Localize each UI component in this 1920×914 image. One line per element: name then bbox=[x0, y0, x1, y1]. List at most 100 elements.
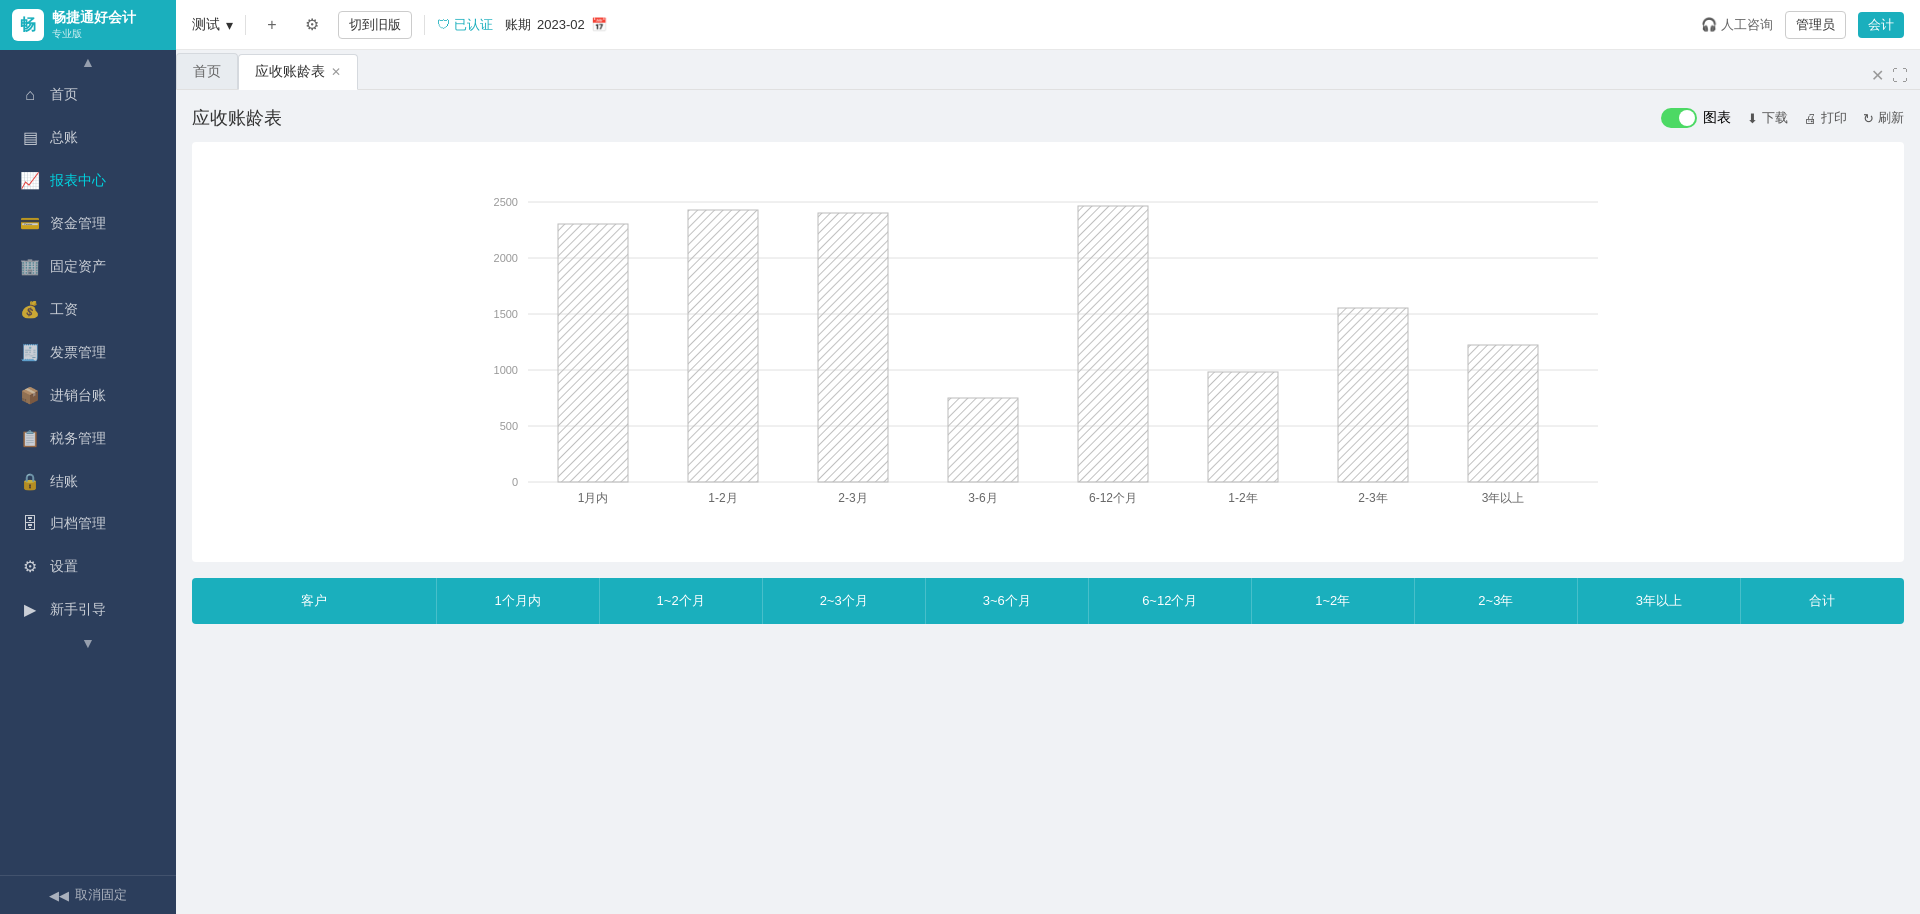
sidebar-label-invoice: 发票管理 bbox=[50, 344, 106, 362]
company-selector[interactable]: 测试 ▾ bbox=[192, 16, 233, 34]
sidebar-item-funds[interactable]: 💳 资金管理 bbox=[0, 202, 176, 245]
sidebar-label-settings: 设置 bbox=[50, 558, 78, 576]
logo-text-group: 畅捷通好会计 专业版 bbox=[52, 9, 136, 41]
download-btn[interactable]: ⬇ 下载 bbox=[1747, 109, 1788, 127]
bar-2-3年 bbox=[1338, 308, 1408, 482]
sidebar-label-payroll: 工资 bbox=[50, 301, 78, 319]
tab-home[interactable]: 首页 bbox=[176, 53, 238, 89]
service-label: 人工咨询 bbox=[1721, 16, 1773, 34]
period-value: 2023-02 bbox=[537, 17, 585, 32]
sidebar-label-archive: 归档管理 bbox=[50, 515, 106, 533]
tab-close-all-btn[interactable]: ✕ bbox=[1871, 66, 1884, 85]
ledger-icon: ▤ bbox=[20, 128, 40, 147]
svg-text:1500: 1500 bbox=[494, 308, 518, 320]
headset-icon: 🎧 bbox=[1701, 17, 1717, 32]
col-3-6month: 3~6个月 bbox=[926, 578, 1089, 624]
period-selector[interactable]: 账期 2023-02 📅 bbox=[505, 16, 607, 34]
svg-text:3年以上: 3年以上 bbox=[1482, 491, 1525, 505]
sidebar-label-guide: 新手引导 bbox=[50, 601, 106, 619]
sidebar-label-funds: 资金管理 bbox=[50, 215, 106, 233]
svg-text:1-2月: 1-2月 bbox=[708, 491, 737, 505]
sidebar-item-settings[interactable]: ⚙ 设置 bbox=[0, 545, 176, 588]
svg-text:2500: 2500 bbox=[494, 196, 518, 208]
tab-expand-btn[interactable]: ⛶ bbox=[1892, 67, 1908, 85]
svg-text:1月内: 1月内 bbox=[578, 491, 609, 505]
svg-text:2000: 2000 bbox=[494, 252, 518, 264]
topbar-divider-1 bbox=[245, 15, 246, 35]
logo-edition: 专业版 bbox=[52, 27, 136, 41]
shield-icon: 🛡 bbox=[437, 17, 450, 32]
add-company-btn[interactable]: + bbox=[258, 11, 286, 39]
download-label: 下载 bbox=[1762, 109, 1788, 127]
sidebar-item-home[interactable]: ⌂ 首页 bbox=[0, 74, 176, 116]
sidebar-label-home: 首页 bbox=[50, 86, 78, 104]
archive-icon: 🗄 bbox=[20, 515, 40, 533]
settings-btn[interactable]: ⚙ bbox=[298, 11, 326, 39]
sidebar-item-assets[interactable]: 🏢 固定资产 bbox=[0, 245, 176, 288]
user-btn[interactable]: 管理员 bbox=[1785, 11, 1846, 39]
bar-6-12月 bbox=[1078, 206, 1148, 482]
col-1month: 1个月内 bbox=[437, 578, 600, 624]
svg-text:1000: 1000 bbox=[494, 364, 518, 376]
sidebar-label-tax: 税务管理 bbox=[50, 430, 106, 448]
bar-1-2年 bbox=[1208, 372, 1278, 482]
col-1-2month: 1~2个月 bbox=[600, 578, 763, 624]
service-btn[interactable]: 🎧 人工咨询 bbox=[1701, 16, 1773, 34]
tab-close-icon[interactable]: ✕ bbox=[331, 65, 341, 79]
sidebar-item-guide[interactable]: ▶ 新手引导 bbox=[0, 588, 176, 631]
topbar-divider-2 bbox=[424, 15, 425, 35]
chart-toggle[interactable] bbox=[1661, 108, 1697, 128]
sidebar-item-invoice[interactable]: 🧾 发票管理 bbox=[0, 331, 176, 374]
role-btn[interactable]: 会计 bbox=[1858, 12, 1904, 38]
assets-icon: 🏢 bbox=[20, 257, 40, 276]
sidebar-scroll: ▲ ⌂ 首页 ▤ 总账 📈 报表中心 💳 资金管理 🏢 固定资产 💰 工资 🧾 … bbox=[0, 50, 176, 875]
sidebar-item-ledger[interactable]: ▤ 总账 bbox=[0, 116, 176, 159]
home-icon: ⌂ bbox=[20, 86, 40, 104]
refresh-btn[interactable]: ↻ 刷新 bbox=[1863, 109, 1904, 127]
period-label: 账期 bbox=[505, 16, 531, 34]
tabbar-controls: ✕ ⛶ bbox=[1871, 66, 1920, 89]
settings-icon: ⚙ bbox=[20, 557, 40, 576]
page-header: 应收账龄表 图表 ⬇ 下载 🖨 打印 ↻ 刷新 bbox=[192, 106, 1904, 130]
sidebar-label-reports: 报表中心 bbox=[50, 172, 106, 190]
cancel-fixed-label: 取消固定 bbox=[75, 886, 127, 904]
bar-3年以上 bbox=[1468, 345, 1538, 482]
print-btn[interactable]: 🖨 打印 bbox=[1804, 109, 1847, 127]
col-2-3year: 2~3年 bbox=[1415, 578, 1578, 624]
svg-text:2-3年: 2-3年 bbox=[1358, 491, 1387, 505]
reports-icon: 📈 bbox=[20, 171, 40, 190]
switch-version-btn[interactable]: 切到旧版 bbox=[338, 11, 412, 39]
tabbar: 首页 应收账龄表 ✕ ✕ ⛶ bbox=[176, 50, 1920, 90]
sidebar-item-reports[interactable]: 📈 报表中心 bbox=[0, 159, 176, 202]
guide-icon: ▶ bbox=[20, 600, 40, 619]
sidebar-scroll-up[interactable]: ▲ bbox=[0, 50, 176, 74]
certified-badge: 🛡 已认证 bbox=[437, 16, 493, 34]
sidebar-item-payroll[interactable]: 💰 工资 bbox=[0, 288, 176, 331]
cancel-fixed-btn[interactable]: ◀◀ 取消固定 bbox=[0, 875, 176, 914]
bar-1月内 bbox=[558, 224, 628, 482]
col-3plus: 3年以上 bbox=[1578, 578, 1741, 624]
refresh-icon: ↻ bbox=[1863, 111, 1874, 126]
table-container: 客户 1个月内 1~2个月 2~3个月 3~6个月 6~12个月 1~2年 2~… bbox=[192, 578, 1904, 624]
chart-toggle-label: 图表 bbox=[1703, 109, 1731, 127]
bar-chart: 0 500 1000 1500 2000 2500 1月内 bbox=[212, 162, 1884, 542]
company-name: 测试 bbox=[192, 16, 220, 34]
col-2-3month: 2~3个月 bbox=[763, 578, 926, 624]
sidebar-item-close[interactable]: 🔒 结账 bbox=[0, 460, 176, 503]
topbar: 测试 ▾ + ⚙ 切到旧版 🛡 已认证 账期 2023-02 📅 🎧 人工咨询 … bbox=[176, 0, 1920, 50]
tab-aging[interactable]: 应收账龄表 ✕ bbox=[238, 54, 358, 90]
sidebar: 畅 畅捷通好会计 专业版 ▲ ⌂ 首页 ▤ 总账 📈 报表中心 💳 资金管理 🏢… bbox=[0, 0, 176, 914]
sidebar-item-archive[interactable]: 🗄 归档管理 bbox=[0, 503, 176, 545]
svg-text:6-12个月: 6-12个月 bbox=[1089, 491, 1137, 505]
sidebar-item-sales[interactable]: 📦 进销台账 bbox=[0, 374, 176, 417]
download-icon: ⬇ bbox=[1747, 111, 1758, 126]
svg-text:0: 0 bbox=[512, 476, 518, 488]
sidebar-label-close: 结账 bbox=[50, 473, 78, 491]
sidebar-scroll-down[interactable]: ▼ bbox=[0, 631, 176, 655]
col-customer: 客户 bbox=[192, 578, 437, 624]
tab-aging-label: 应收账龄表 bbox=[255, 63, 325, 81]
sidebar-item-tax[interactable]: 📋 税务管理 bbox=[0, 417, 176, 460]
main-area: 测试 ▾ + ⚙ 切到旧版 🛡 已认证 账期 2023-02 📅 🎧 人工咨询 … bbox=[176, 0, 1920, 914]
sidebar-logo: 畅 畅捷通好会计 专业版 bbox=[0, 0, 176, 50]
chart-container: 0 500 1000 1500 2000 2500 1月内 bbox=[192, 142, 1904, 562]
